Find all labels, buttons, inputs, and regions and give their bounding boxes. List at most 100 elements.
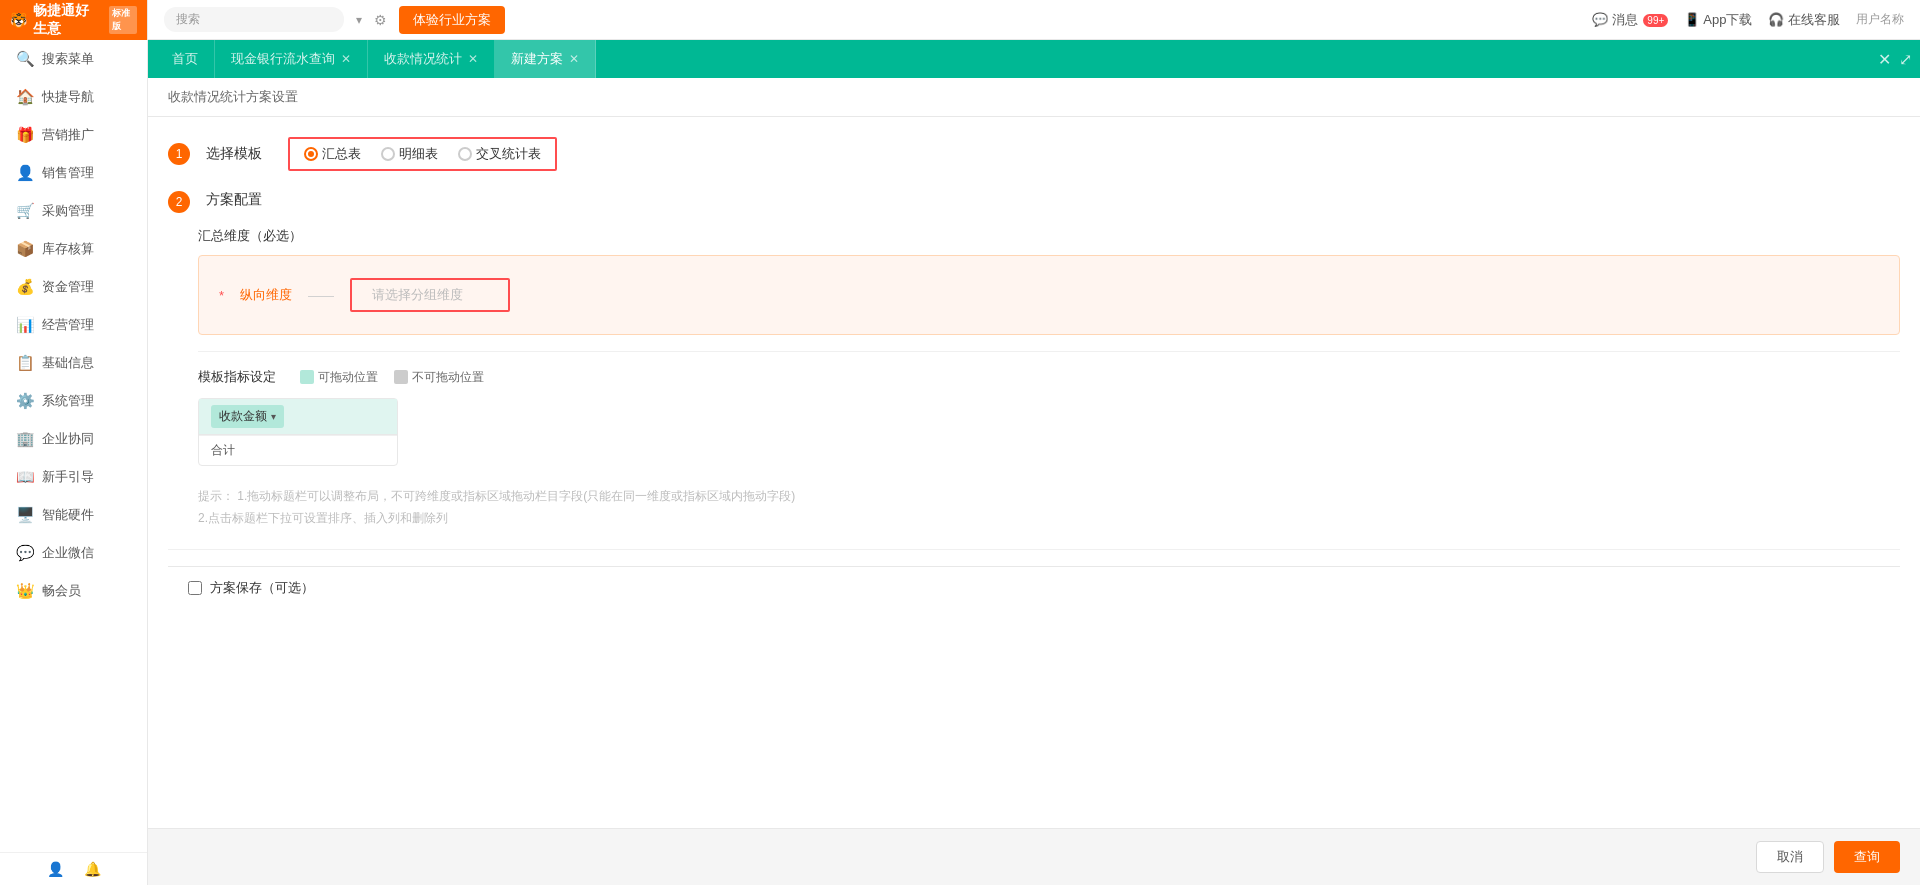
sidebar-item-sales[interactable]: 👤 销售管理 (0, 154, 147, 192)
dim-select-placeholder[interactable]: 请选择分组维度 (350, 278, 510, 312)
sidebar-item-label: 畅会员 (42, 582, 81, 600)
indicator-title: 模板指标设定 (198, 368, 276, 386)
logo-icon: 🐯 (10, 12, 27, 28)
profile-icon[interactable]: 👤 (47, 861, 64, 877)
sidebar-item-corp-wechat[interactable]: 💬 企业微信 (0, 534, 147, 572)
step1-badge: 1 (168, 143, 190, 165)
sidebar-item-inventory[interactable]: 📦 库存核算 (0, 230, 147, 268)
bell-icon[interactable]: 🔔 (84, 861, 101, 877)
non-droppable-label: 不可拖动位置 (412, 369, 484, 386)
save-label: 方案保存（可选） (210, 579, 314, 597)
sidebar-item-label: 采购管理 (42, 202, 94, 220)
hint-1: 提示： 1.拖动标题栏可以调整布局，不可跨维度或指标区域拖动栏目字段(只能在同一… (198, 486, 1900, 508)
radio-cross[interactable]: 交叉统计表 (458, 145, 541, 163)
sidebar-item-label: 新手引导 (42, 468, 94, 486)
stat-subtotal-row: 合计 (199, 435, 397, 465)
sidebar-item-newbie[interactable]: 📖 新手引导 (0, 458, 147, 496)
notification-item[interactable]: 💬 消息 99+ (1592, 11, 1668, 29)
tab-close-window-icon[interactable]: ✕ (1878, 50, 1891, 69)
base-info-icon: 📋 (16, 354, 34, 372)
corp-wechat-icon: 💬 (16, 544, 34, 562)
gear-icon[interactable]: ⚙ (374, 12, 387, 28)
step2-row: 2 方案配置 (168, 191, 1900, 213)
app-logo: 🐯 畅捷通好生意 标准版 (0, 0, 147, 40)
finance-icon: 💰 (16, 278, 34, 296)
tab-bar: 首页 现金银行流水查询 ✕ 收款情况统计 ✕ 新建方案 ✕ ✕ ⤢ (148, 40, 1920, 78)
sidebar-item-finance[interactable]: 💰 资金管理 (0, 268, 147, 306)
page-breadcrumb: 收款情况统计方案设置 (148, 78, 1920, 117)
sidebar-item-label: 基础信息 (42, 354, 94, 372)
tab-receipt-stat[interactable]: 收款情况统计 ✕ (368, 40, 495, 78)
corp-coop-icon: 🏢 (16, 430, 34, 448)
sidebar-item-search-menu[interactable]: 🔍 搜索菜单 (0, 40, 147, 78)
sidebar-item-operations[interactable]: 📊 经营管理 (0, 306, 147, 344)
quick-nav-icon: 🏠 (16, 88, 34, 106)
marketing-icon: 🎁 (16, 126, 34, 144)
step1-label: 选择模板 (206, 145, 262, 163)
radio-detail[interactable]: 明细表 (381, 145, 438, 163)
step1-row: 1 选择模板 汇总表 明细表 交叉统计表 (168, 137, 1900, 171)
radio-summary[interactable]: 汇总表 (304, 145, 361, 163)
indicator-section: 模板指标设定 可拖动位置 不可拖动位置 (198, 368, 1900, 466)
sidebar-item-base-info[interactable]: 📋 基础信息 (0, 344, 147, 382)
stat-header: 收款金额 ▾ (199, 399, 397, 435)
sidebar-item-label: 营销推广 (42, 126, 94, 144)
search-menu-icon: 🔍 (16, 50, 34, 68)
sidebar-item-corp-coop[interactable]: 🏢 企业协同 (0, 420, 147, 458)
dropdown-arrow-icon[interactable]: ▾ (356, 13, 362, 27)
top-header: 搜索 ▾ ⚙ 体验行业方案 💬 消息 99+ 📱 App下载 🎧 在线客服 用户… (148, 0, 1920, 40)
radio-detail-circle (381, 147, 395, 161)
sidebar-item-label: 企业微信 (42, 544, 94, 562)
app-download-item[interactable]: 📱 App下载 (1684, 11, 1752, 29)
sidebar-item-smart-hw[interactable]: 🖥️ 智能硬件 (0, 496, 147, 534)
stat-tag-label: 收款金额 (219, 408, 267, 425)
sidebar-item-vip[interactable]: 👑 畅会员 (0, 572, 147, 610)
radio-cross-circle (458, 147, 472, 161)
sidebar-item-sys-mgmt[interactable]: ⚙️ 系统管理 (0, 382, 147, 420)
form-section: 1 选择模板 汇总表 明细表 交叉统计表 (148, 117, 1920, 828)
search-bar[interactable]: 搜索 (164, 7, 344, 32)
tab-new-plan-close[interactable]: ✕ (569, 52, 579, 66)
sidebar-item-marketing[interactable]: 🎁 营销推广 (0, 116, 147, 154)
sidebar-item-label: 资金管理 (42, 278, 94, 296)
radio-cross-label: 交叉统计表 (476, 145, 541, 163)
stat-table: 收款金额 ▾ 合计 (198, 398, 398, 466)
tab-home[interactable]: 首页 (156, 40, 215, 78)
vip-icon: 👑 (16, 582, 34, 600)
droppable-label: 可拖动位置 (318, 369, 378, 386)
operations-icon: 📊 (16, 316, 34, 334)
tab-bank-flow-close[interactable]: ✕ (341, 52, 351, 66)
tab-bar-actions: ✕ ⤢ (1878, 50, 1912, 69)
save-checkbox[interactable] (188, 581, 202, 595)
required-mark: * (219, 288, 224, 303)
smart-hw-icon: 🖥️ (16, 506, 34, 524)
sidebar-item-quick-nav[interactable]: 🏠 快捷导航 (0, 78, 147, 116)
content-area: 收款情况统计方案设置 1 选择模板 汇总表 明细表 (148, 78, 1920, 885)
app-download-label: App下载 (1703, 12, 1752, 27)
sys-mgmt-icon: ⚙️ (16, 392, 34, 410)
sidebar-item-label: 搜索菜单 (42, 50, 94, 68)
step1-content: 汇总表 明细表 交叉统计表 (288, 137, 557, 171)
footer: 取消 查询 (148, 828, 1920, 885)
tab-bank-flow[interactable]: 现金银行流水查询 ✕ (215, 40, 368, 78)
tab-home-label: 首页 (172, 50, 198, 68)
online-service-item[interactable]: 🎧 在线客服 (1768, 11, 1840, 29)
tab-new-plan[interactable]: 新建方案 ✕ (495, 40, 596, 78)
query-button[interactable]: 查询 (1834, 841, 1900, 873)
step2-label: 方案配置 (206, 191, 262, 209)
indicator-legend: 模板指标设定 可拖动位置 不可拖动位置 (198, 368, 1900, 386)
breadcrumb-text: 收款情况统计方案设置 (168, 89, 298, 104)
radio-summary-circle (304, 147, 318, 161)
inventory-icon: 📦 (16, 240, 34, 258)
tab-maximize-icon[interactable]: ⤢ (1899, 50, 1912, 69)
sidebar: 🐯 畅捷通好生意 标准版 🔍 搜索菜单 🏠 快捷导航 🎁 营销推广 👤 销售管理… (0, 0, 148, 885)
sidebar-item-purchase[interactable]: 🛒 采购管理 (0, 192, 147, 230)
save-divider (168, 549, 1900, 550)
tab-receipt-stat-close[interactable]: ✕ (468, 52, 478, 66)
cancel-button[interactable]: 取消 (1756, 841, 1824, 873)
step2-badge: 2 (168, 191, 190, 213)
stat-tag[interactable]: 收款金额 ▾ (211, 405, 284, 428)
trial-button[interactable]: 体验行业方案 (399, 6, 505, 34)
app-version: 标准版 (109, 6, 137, 34)
tab-receipt-stat-label: 收款情况统计 (384, 50, 462, 68)
